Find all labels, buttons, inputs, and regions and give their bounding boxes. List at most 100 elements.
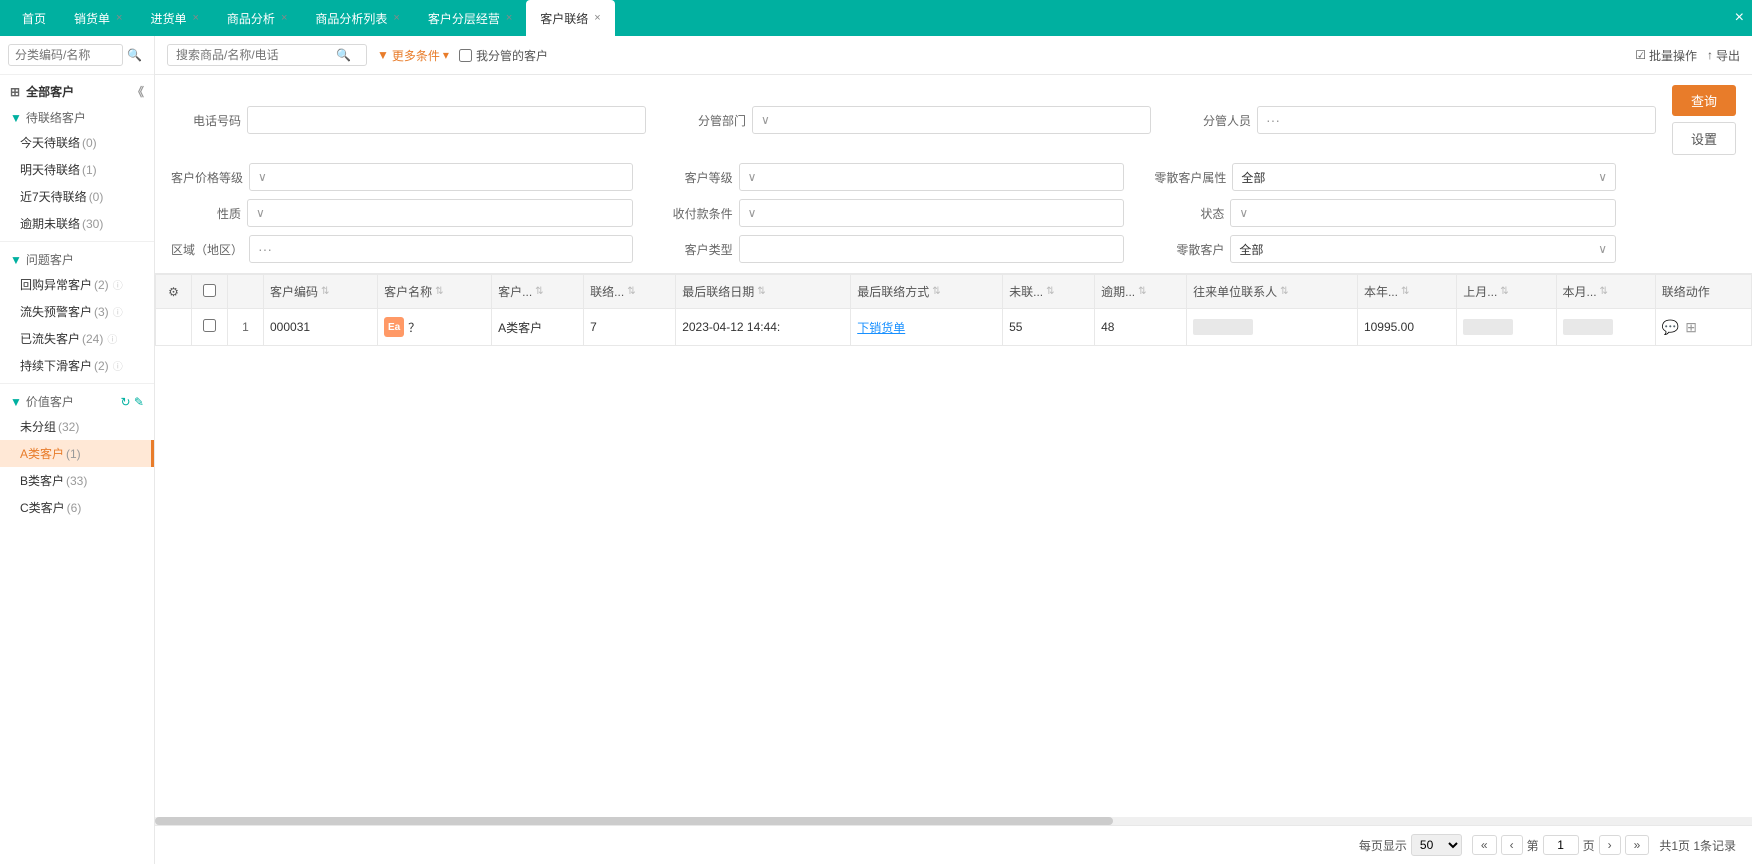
filter-status-select[interactable]: ∨ [1230,199,1616,227]
filter-search-icon[interactable]: 🔍 [336,48,351,62]
sidebar-item-class-c[interactable]: C类客户(6) [0,494,154,521]
message-icon[interactable]: 💬 [1662,319,1679,336]
scatter-customer-chevron-icon: ∨ [1598,242,1607,256]
nav-customer-contact[interactable]: 客户联络 × [526,0,614,36]
filter-my-customers[interactable]: 我分管的客户 [459,47,548,64]
sidebar-item-no-group[interactable]: 未分组(32) [0,413,154,440]
customer-name-text[interactable]: ？ [408,319,420,336]
filter-manager-input[interactable]: ··· [1257,106,1656,134]
close-sales-order[interactable]: × [116,12,122,24]
scrollbar-thumb[interactable] [155,817,1113,825]
qr-icon[interactable]: ⊞ [1685,319,1697,336]
nav-customer-tiered[interactable]: 客户分层经营 × [414,0,526,36]
content-area: 🔍 ▼ 更多条件 ▾ 我分管的客户 ☑ 批量操作 ↑ 导出 [155,36,1752,864]
filter-region-input[interactable]: ··· [249,235,633,263]
col-code[interactable]: 客户编码⇅ [264,275,378,309]
nav-sales-order[interactable]: 销货单 × [60,0,136,36]
page-size-select[interactable]: 50 100 200 [1411,834,1462,856]
sidebar-item-7days[interactable]: 近7天待联络(0) [0,183,154,210]
close-customer-tiered[interactable]: × [506,12,512,24]
filter-customer-type-input[interactable] [739,235,1125,263]
info-icon-repurchase: ⓘ [113,277,123,292]
close-all-tabs[interactable]: × [1735,9,1744,27]
col-contact[interactable]: 联络...⇅ [584,275,676,309]
filter-customer-tier-select[interactable]: ∨ [739,163,1125,191]
col-unit-contact[interactable]: 往来单位联系人⇅ [1187,275,1358,309]
filter-price-tier: 客户价格等级 ∨ [171,163,633,191]
col-category[interactable]: 客户...⇅ [492,275,584,309]
sidebar-item-repurchase-anomaly[interactable]: 回购异常客户(2)ⓘ [0,271,154,298]
more-chevron-icon: ▾ [443,48,449,62]
col-last-contact-method[interactable]: 最后联络方式⇅ [851,275,1003,309]
col-settings[interactable]: ⚙ [156,275,192,309]
value-group-icons[interactable]: ↻ ✎ [121,395,144,409]
sidebar-search-input[interactable] [8,44,123,66]
nav-product-analysis-list[interactable]: 商品分析列表 × [301,0,413,36]
col-overdue[interactable]: 逾期...⇅ [1095,275,1187,309]
col-last-contact-date[interactable]: 最后联络日期⇅ [676,275,851,309]
filter-dept-select[interactable]: ∨ [752,106,1151,134]
sidebar-item-churn-warning[interactable]: 流失预警客户(3)ⓘ [0,298,154,325]
filter-status-label: 状态 [1154,205,1224,222]
filter-region-label: 区域（地区） [171,241,243,258]
next-page-btn[interactable]: › [1599,835,1621,855]
sidebar-item-churned[interactable]: 已流失客户(24)ⓘ [0,325,154,352]
col-not-contacted[interactable]: 未联...⇅ [1003,275,1095,309]
nav-purchase-order[interactable]: 进货单 × [136,0,212,36]
nav-product-analysis[interactable]: 商品分析 × [213,0,301,36]
close-purchase-order[interactable]: × [192,12,198,24]
row-select-checkbox[interactable] [203,319,216,332]
col-this-month[interactable]: 本月...⇅ [1556,275,1655,309]
sidebar-search-icon[interactable]: 🔍 [127,48,142,62]
filter-more-btn[interactable]: ▼ 更多条件 ▾ [377,47,449,64]
filter-scatter-attr-select[interactable]: 全部 ∨ [1232,163,1616,191]
collapse-sidebar-icon[interactable]: 《 [132,83,144,100]
sidebar-item-today[interactable]: 今天待联络(0) [0,129,154,156]
select-all-checkbox[interactable] [203,284,216,297]
customer-table: ⚙ 客户编码⇅ 客户名称⇅ 客户...⇅ [155,274,1752,346]
sort-not-contacted-icon: ⇅ [1046,286,1054,297]
batch-op-btn[interactable]: ☑ 批量操作 [1635,47,1697,64]
sidebar-group-pending[interactable]: ▼ 待联络客户 [0,104,154,129]
table-row: 1 000031 Ea ？ A类客户 7 2023-04-12 14:44: [156,309,1752,346]
sidebar-group-value[interactable]: ▼ 价值客户 ↻ ✎ [0,388,154,413]
filter-scatter-customer-select[interactable]: 全部 ∨ [1230,235,1616,263]
filter-price-tier-select[interactable]: ∨ [249,163,633,191]
sidebar-item-declining[interactable]: 持续下滑客户(2)ⓘ [0,352,154,379]
filter-phone-input[interactable] [247,106,646,134]
filter-search-input[interactable] [176,48,336,62]
prev-page-btn[interactable]: ‹ [1501,835,1523,855]
sort-category-icon: ⇅ [535,286,543,297]
col-this-year[interactable]: 本年...⇅ [1357,275,1456,309]
my-customers-checkbox[interactable] [459,49,472,62]
filter-scatter-attr-label: 零散客户属性 [1154,169,1226,186]
filter-nature: 性质 ∨ [171,199,633,227]
col-last-month[interactable]: 上月...⇅ [1457,275,1556,309]
settings-button[interactable]: 设置 [1672,122,1736,155]
nav-home[interactable]: 首页 [8,0,60,36]
sidebar-item-overdue-contact[interactable]: 逾期未联络(30) [0,210,154,237]
sidebar-item-class-b[interactable]: B类客户(33) [0,467,154,494]
total-records: 共1页 1条记录 [1659,837,1736,854]
export-btn[interactable]: ↑ 导出 [1707,47,1740,64]
last-page-btn[interactable]: » [1625,835,1650,855]
sidebar-item-class-a[interactable]: A类客户(1) [0,440,154,467]
sidebar-group-problem[interactable]: ▼ 问题客户 [0,246,154,271]
close-product-analysis[interactable]: × [281,12,287,24]
sort-date-icon: ⇅ [757,286,765,297]
page-input[interactable] [1543,835,1579,855]
col-name[interactable]: 客户名称⇅ [378,275,492,309]
sidebar-search-container: 🔍 [0,36,154,75]
query-button[interactable]: 查询 [1672,85,1736,116]
sidebar-item-tomorrow[interactable]: 明天待联络(1) [0,156,154,183]
arrow-icon-problem: ▼ [10,253,22,267]
close-product-analysis-list[interactable]: × [393,12,399,24]
filter-payment-select[interactable]: ∨ [739,199,1125,227]
horizontal-scrollbar[interactable] [155,817,1752,825]
close-customer-contact[interactable]: × [594,12,600,24]
top-navigation: 首页 销货单 × 进货单 × 商品分析 × 商品分析列表 × 客户分层经营 × … [0,0,1752,36]
contact-method-link[interactable]: 下销货单 [857,321,905,335]
sort-code-icon: ⇅ [321,286,329,297]
first-page-btn[interactable]: « [1472,835,1497,855]
filter-nature-select[interactable]: ∨ [247,199,633,227]
